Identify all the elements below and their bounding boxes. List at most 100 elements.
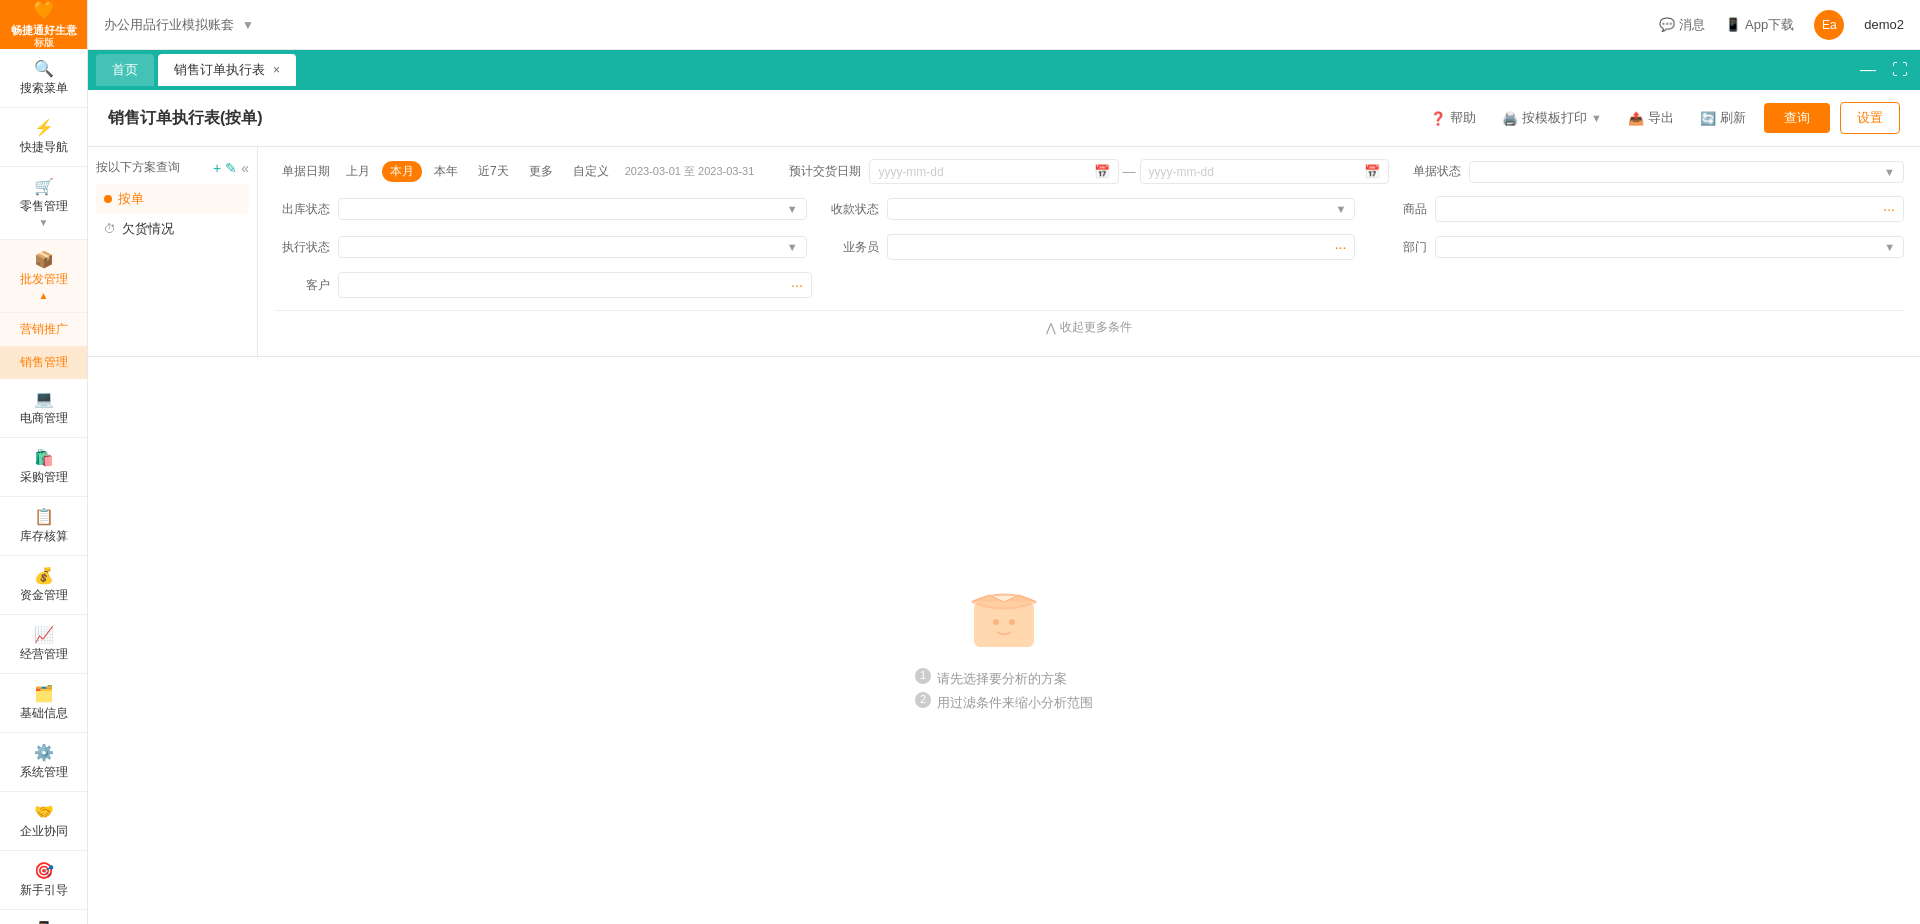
nav-item-shortage[interactable]: ⏱ 欠货情况 [96,214,249,244]
page-header-actions: ❓ 帮助 🖨️ 按模板打印 ▼ 📤 导出 🔄 刷新 查询 设置 [1422,102,1900,134]
sidebar-item-finance[interactable]: 💰 资金管理 [0,556,87,615]
ecommerce-icon: 💻 [5,389,82,408]
filter-group-product: 商品 ··· [1371,196,1904,222]
filter-left: 按以下方案查询 + ✎ « 按单 ⏱ 欠货情况 [88,147,258,356]
sidebar-item-search[interactable]: 🔍 搜索菜单 [0,49,87,108]
collapse-more-btn[interactable]: ⋀ 收起更多条件 [274,310,1904,344]
expected-date-label: 预计交货日期 [789,163,861,180]
dept-select[interactable]: ▼ [1435,236,1904,258]
message-label: 消息 [1679,16,1705,34]
sidebar-label-purchase: 采购管理 [5,469,82,486]
filter-group-execstatus: 执行状态 ▼ [274,236,807,258]
tab-close-btn[interactable]: × [273,63,280,77]
exec-status-label: 执行状态 [274,239,330,256]
help-icon: ❓ [1430,111,1446,126]
period-buttons: 上月 本月 本年 近7天 更多 自定义 [338,161,617,182]
tab-home[interactable]: 首页 [96,54,154,86]
export-button[interactable]: 📤 导出 [1620,105,1682,131]
filter-group-customer: 客户 ··· [274,272,812,298]
help-button[interactable]: ❓ 帮助 [1422,105,1484,131]
sidebar-item-operations[interactable]: 📈 经营管理 [0,615,87,674]
exec-status-select[interactable]: ▼ [338,236,807,258]
dept-label: 部门 [1371,239,1427,256]
product-select[interactable]: ··· [1435,196,1904,222]
sidebar-item-wholesale[interactable]: 📦 批发管理 ▲ [0,240,87,313]
period-this-year[interactable]: 本年 [426,161,466,182]
print-button[interactable]: 🖨️ 按模板打印 ▼ [1494,105,1610,131]
sidebar-item-retail[interactable]: 🛒 零售管理 ▼ [0,167,87,240]
export-icon: 📤 [1628,111,1644,126]
collapse-panel-btn[interactable]: « [241,160,249,176]
sidebar-item-cooperation[interactable]: 🤝 企业协同 [0,792,87,851]
guide-icon: 🎯 [5,861,82,880]
doc-status-label: 单据状态 [1405,163,1461,180]
sidebar-label-cooperation: 企业协同 [5,823,82,840]
expected-date-from[interactable]: yyyy-mm-dd 📅 [869,159,1118,184]
salesperson-label: 业务员 [823,239,879,256]
sidebar-subitem-marketing[interactable]: 营销推广 [0,313,87,346]
page-title: 销售订单执行表(按单) [108,108,263,129]
expected-date-range: yyyy-mm-dd 📅 — yyyy-mm-dd 📅 [869,159,1388,184]
period-7days[interactable]: 近7天 [470,161,517,182]
app-download-label: App下载 [1745,16,1794,34]
sidebar-item-quicknav[interactable]: ⚡ 快捷导航 [0,108,87,167]
top-bar-right: 💬 消息 📱 App下载 Ea demo2 [1659,10,1904,40]
filter-group-docdate: 单据日期 上月 本月 本年 近7天 更多 自定义 2023-03-01 至 20… [274,161,773,182]
user-avatar[interactable]: Ea [1814,10,1844,40]
period-custom[interactable]: 自定义 [565,161,617,182]
sidebar-subitem-sales[interactable]: 销售管理 [0,346,87,379]
sidebar-item-ecommerce[interactable]: 💻 电商管理 [0,379,87,438]
sidebar-label-basicinfo: 基础信息 [5,705,82,722]
period-last-month[interactable]: 上月 [338,161,378,182]
collect-status-select[interactable]: ▼ [887,198,1356,220]
tab-minimize-btn[interactable]: — [1856,57,1880,83]
tab-sales-exec[interactable]: 销售订单执行表 × [158,54,296,86]
hint-item-2: 2 用过滤条件来缩小分析范围 [915,691,1093,714]
sidebar-item-system[interactable]: ⚙️ 系统管理 [0,733,87,792]
add-scheme-btn[interactable]: + [213,160,221,176]
salesperson-select[interactable]: ··· [887,234,1356,260]
salesperson-ellipsis-icon[interactable]: ··· [1335,239,1347,255]
doc-status-select[interactable]: ▼ [1469,161,1904,183]
message-button[interactable]: 💬 消息 [1659,16,1705,34]
product-ellipsis-icon[interactable]: ··· [1883,201,1895,217]
query-button[interactable]: 查询 [1764,103,1830,133]
refresh-button[interactable]: 🔄 刷新 [1692,105,1754,131]
tab-maximize-btn[interactable]: ⛶ [1888,57,1912,83]
dropdown-btn[interactable]: ▼ [242,18,254,32]
user-name[interactable]: demo2 [1864,17,1904,32]
period-more[interactable]: 更多 [521,161,561,182]
customer-select[interactable]: ··· [338,272,812,298]
filter-group-shipstatus: 出库状态 ▼ [274,198,807,220]
calendar-to-icon: 📅 [1364,164,1380,179]
help-label: 帮助 [1450,109,1476,127]
sidebar-item-guide[interactable]: 🎯 新手引导 [0,851,87,910]
avatar-text: Ea [1822,18,1837,32]
app-download-button[interactable]: 📱 App下载 [1725,16,1794,34]
collapse-label: 收起更多条件 [1060,319,1132,336]
logo-subtext: 标版 [34,37,54,49]
sidebar-item-purchase[interactable]: 🛍️ 采购管理 [0,438,87,497]
ship-status-select[interactable]: ▼ [338,198,807,220]
tab-bar-actions: — ⛶ [1856,57,1912,83]
svg-point-2 [1009,619,1015,625]
customer-ellipsis-icon[interactable]: ··· [791,277,803,293]
sidebar-label-ecommerce: 电商管理 [5,410,82,427]
export-label: 导出 [1648,109,1674,127]
doc-status-chevron-icon: ▼ [1884,166,1895,178]
nav-item-byorder[interactable]: 按单 [96,184,249,214]
expected-date-to[interactable]: yyyy-mm-dd 📅 [1140,159,1389,184]
print-label: 按模板打印 [1522,109,1587,127]
filter-group-dept: 部门 ▼ [1371,236,1904,258]
sidebar-label-system: 系统管理 [5,764,82,781]
sidebar-item-inventory[interactable]: 📋 库存核算 [0,497,87,556]
sidebar-item-appstore[interactable]: 📱 应用中心 [0,910,87,924]
nav-item-shortage-label: 欠货情况 [122,220,174,238]
download-icon: 📱 [1725,17,1741,32]
svg-point-1 [993,619,999,625]
filter-group-salesperson: 业务员 ··· [823,234,1356,260]
settings-button[interactable]: 设置 [1840,102,1900,134]
period-this-month[interactable]: 本月 [382,161,422,182]
sidebar-item-basicinfo[interactable]: 🗂️ 基础信息 [0,674,87,733]
edit-scheme-btn[interactable]: ✎ [225,160,237,176]
